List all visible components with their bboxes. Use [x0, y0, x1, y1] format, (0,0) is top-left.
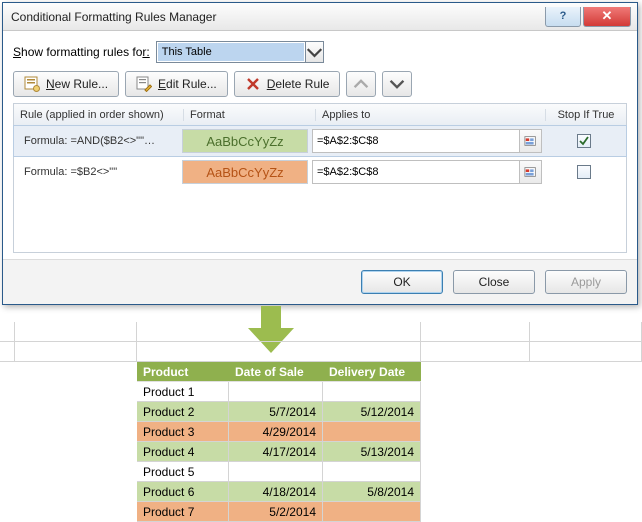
rules-header: Rule (applied in order shown) Format App…: [13, 103, 627, 125]
stop-if-true-checkbox[interactable]: [577, 134, 591, 148]
rules-list: Formula: =AND($B2<>""…AaBbCcYyZzFormula:…: [13, 125, 627, 253]
close-button[interactable]: Close: [453, 270, 535, 294]
cell-date-of-sale: [229, 462, 323, 482]
cell-date-of-sale: [229, 382, 323, 402]
rule-formula: Formula: =AND($B2<>""…: [18, 135, 178, 147]
chevron-down-icon: [305, 42, 323, 62]
delete-rule-button[interactable]: Delete Rule: [234, 71, 341, 97]
cell-product: Product 2: [137, 402, 229, 422]
cell-date-of-sale: 5/2/2014: [229, 502, 323, 522]
table-row: Product 34/29/2014: [137, 422, 421, 442]
range-input[interactable]: [313, 130, 519, 152]
applies-to-field[interactable]: [312, 160, 542, 184]
rule-row[interactable]: Formula: =$B2<>"" AaBbCcYyZz: [14, 156, 626, 188]
cell-delivery-date: 5/12/2014: [323, 402, 421, 422]
cell-product: Product 3: [137, 422, 229, 442]
cell-delivery-date: 5/8/2014: [323, 482, 421, 502]
cell-product: Product 1: [137, 382, 229, 402]
rule-formula: Formula: =$B2<>"": [18, 166, 178, 178]
scope-value: This Table: [158, 43, 304, 61]
new-rule-icon: [24, 76, 40, 92]
chevron-up-icon: [353, 76, 369, 92]
ok-button[interactable]: OK: [361, 270, 443, 294]
cell-date-of-sale: 5/7/2014: [229, 402, 323, 422]
cell-date-of-sale: 4/29/2014: [229, 422, 323, 442]
range-input[interactable]: [313, 161, 519, 183]
col-format: Format: [184, 109, 316, 121]
cell-product: Product 5: [137, 462, 229, 482]
cell-date-of-sale: 4/17/2014: [229, 442, 323, 462]
range-picker-icon[interactable]: [519, 130, 541, 152]
cell-date-of-sale: 4/18/2014: [229, 482, 323, 502]
cell-delivery-date: [323, 422, 421, 442]
delete-icon: [245, 76, 261, 92]
column-header: Date of Sale: [229, 362, 323, 382]
column-header: Product: [137, 362, 229, 382]
cell-delivery-date: [323, 502, 421, 522]
rule-format-preview: AaBbCcYyZz: [182, 129, 308, 153]
col-rule: Rule (applied in order shown): [14, 109, 184, 121]
col-applies: Applies to: [316, 109, 546, 121]
dialog-button-bar: OK Close Apply: [3, 259, 637, 304]
edit-rule-icon: [136, 76, 152, 92]
rules-toolbar: New Rule... Edit Rule... Delete Rule: [13, 71, 627, 97]
applies-to-field[interactable]: [312, 129, 542, 153]
dialog-title: Conditional Formatting Rules Manager: [3, 10, 545, 24]
help-button[interactable]: ?: [545, 7, 581, 27]
table-row: Product 1: [137, 382, 421, 402]
cell-delivery-date: 5/13/2014: [323, 442, 421, 462]
cell-product: Product 6: [137, 482, 229, 502]
cell-product: Product 4: [137, 442, 229, 462]
column-header: Delivery Date: [323, 362, 421, 382]
new-rule-button[interactable]: New Rule...: [13, 71, 119, 97]
table-row: Product 75/2/2014: [137, 502, 421, 522]
table-row: Product 44/17/20145/13/2014: [137, 442, 421, 462]
cell-delivery-date: [323, 382, 421, 402]
cf-rules-manager-dialog: Conditional Formatting Rules Manager ? ✕…: [2, 2, 638, 305]
move-up-button[interactable]: [346, 71, 376, 97]
table-row: Product 64/18/20145/8/2014: [137, 482, 421, 502]
scope-row: Show formatting rules for: This Table: [13, 41, 627, 63]
rule-format-preview: AaBbCcYyZz: [182, 160, 308, 184]
close-window-button[interactable]: ✕: [583, 7, 631, 27]
table-row: Product 25/7/20145/12/2014: [137, 402, 421, 422]
col-stop: Stop If True: [546, 109, 626, 121]
move-down-button[interactable]: [382, 71, 412, 97]
range-picker-icon[interactable]: [519, 161, 541, 183]
scope-label: Show formatting rules for:: [13, 45, 150, 59]
edit-rule-button[interactable]: Edit Rule...: [125, 71, 228, 97]
titlebar: Conditional Formatting Rules Manager ? ✕: [3, 3, 637, 31]
chevron-down-icon: [389, 76, 405, 92]
scope-dropdown[interactable]: This Table: [156, 41, 324, 63]
apply-button[interactable]: Apply: [545, 270, 627, 294]
rule-row[interactable]: Formula: =AND($B2<>""… AaBbCcYyZz: [13, 125, 627, 157]
stop-if-true-checkbox[interactable]: [577, 165, 591, 179]
table-row: Product 5: [137, 462, 421, 482]
cell-delivery-date: [323, 462, 421, 482]
cell-product: Product 7: [137, 502, 229, 522]
